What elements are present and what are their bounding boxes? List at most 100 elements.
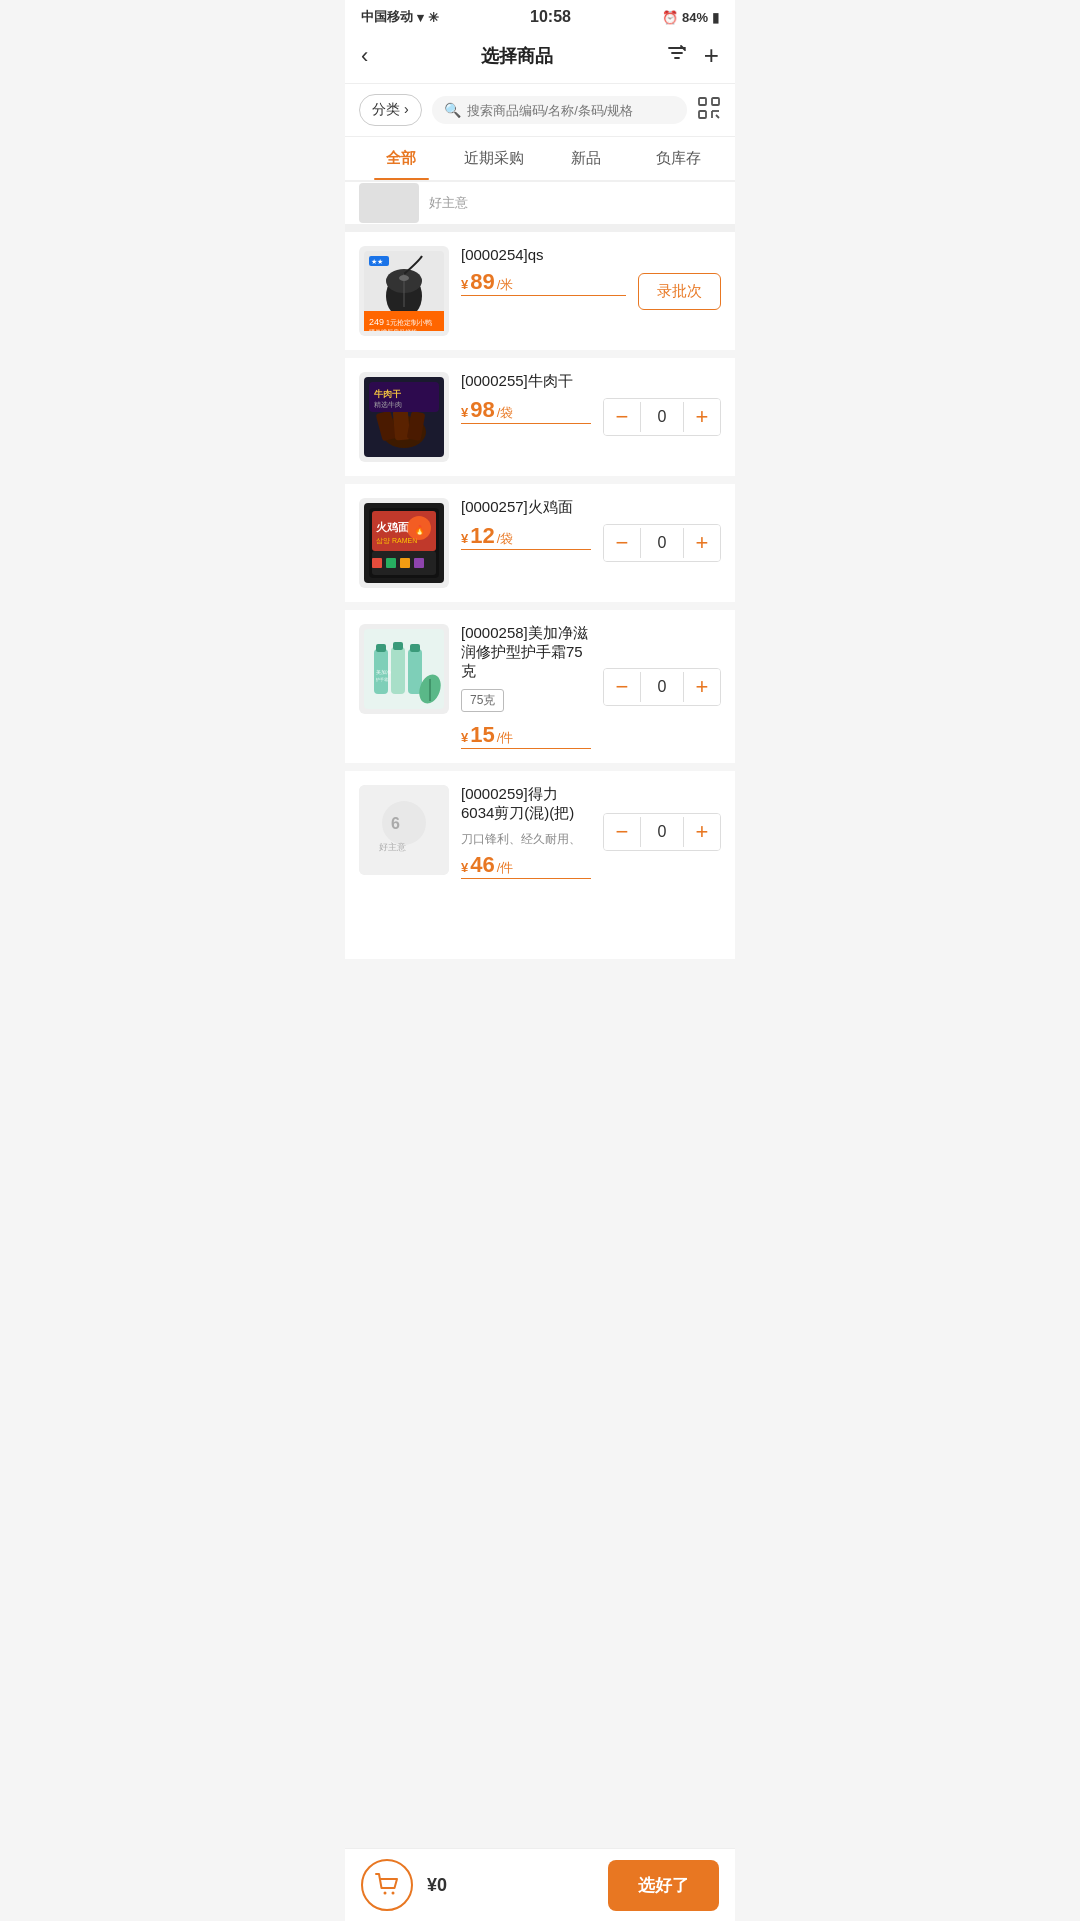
svg-text:★★: ★★ [371,258,383,265]
battery-text: 84% [682,10,708,25]
svg-text:1元抢定制小鸭: 1元抢定制小鸭 [386,319,432,326]
svg-line-9 [716,115,719,118]
qty-increase-0000257[interactable]: + [684,525,720,561]
product-price-0000255: ¥ 98 /袋 [461,399,591,424]
product-info-0000257: [0000257]火鸡面 ¥ 12 /袋 [461,498,591,550]
product-info-0000255: [0000255]牛肉干 ¥ 98 /袋 [461,372,591,424]
product-name-0000258: [0000258]美加净滋润修护型护手霜75克 [461,624,591,681]
svg-text:好主意: 好主意 [379,842,406,852]
svg-point-53 [382,801,426,845]
tab-new[interactable]: 新品 [540,137,633,180]
product-action-0000254: 录批次 [638,273,721,310]
product-image-0000259: 6 好主意 [359,785,449,875]
product-image-0000254: ★★ 249 1元抢定制小鸭 晒单赠厨房保鲜袋 [359,246,449,336]
qty-control-0000257: − 0 + [603,524,721,562]
back-button[interactable]: ‹ [361,45,368,67]
product-desc-0000259: 刀口锋利、经久耐用、 [461,831,591,848]
svg-rect-6 [699,111,706,118]
product-tabs: 全部 近期采购 新品 负库存 [345,137,735,182]
signal-icon: ✳ [428,10,439,25]
svg-text:牛肉干: 牛肉干 [374,389,402,399]
product-item-0000257: 火鸡面 삼양 RAMEN 🔥 [0000257]火鸡面 ¥ 12 /袋 [345,484,735,602]
page-header: ‹ 选择商品 + [345,30,735,84]
svg-text:🔥: 🔥 [414,524,426,536]
product-item-0000259: 6 好主意 [0000259]得力6034剪刀(混)(把) 刀口锋利、经久耐用、… [345,771,735,959]
category-button[interactable]: 分类 › [359,94,422,126]
qty-value-0000259: 0 [640,817,684,847]
product-name-0000259: [0000259]得力6034剪刀(混)(把) [461,785,591,823]
scan-button[interactable] [697,96,721,125]
product-item-0000254: ★★ 249 1元抢定制小鸭 晒单赠厨房保鲜袋 [0000254]qs ¥ 89 [345,232,735,350]
product-info-0000259: [0000259]得力6034剪刀(混)(把) 刀口锋利、经久耐用、 ¥ 46 … [461,785,591,879]
svg-text:6: 6 [391,815,400,832]
svg-text:精选牛肉: 精选牛肉 [374,401,402,408]
alarm-icon: ⏰ [662,10,678,25]
qty-value-0000258: 0 [640,672,684,702]
tab-negative[interactable]: 负库存 [633,137,726,180]
product-tag-0000258: 75克 [461,689,504,712]
chevron-icon: › [404,101,409,117]
qty-value-0000255: 0 [640,402,684,432]
header-right: + [666,40,719,71]
svg-rect-4 [699,98,706,105]
svg-rect-47 [410,644,420,652]
qty-increase-0000259[interactable]: + [684,814,720,850]
battery-icon: ▮ [712,10,719,25]
partial-product-label: 好主意 [429,194,468,212]
tab-all[interactable]: 全部 [355,137,448,180]
time-display: 10:58 [530,8,571,26]
qty-decrease-0000258[interactable]: − [604,669,640,705]
svg-rect-44 [408,649,422,694]
svg-text:249: 249 [369,317,384,327]
status-right: ⏰ 84% ▮ [662,10,719,25]
qty-increase-0000255[interactable]: + [684,399,720,435]
svg-text:护手霜: 护手霜 [375,677,388,682]
search-input[interactable] [467,103,675,118]
svg-rect-39 [400,558,410,568]
wifi-icon: ▾ [417,10,424,25]
product-image-0000257: 火鸡面 삼양 RAMEN 🔥 [359,498,449,588]
search-icon: 🔍 [444,102,461,118]
product-name-0000257: [0000257]火鸡面 [461,498,591,517]
qty-increase-0000258[interactable]: + [684,669,720,705]
qty-decrease-0000257[interactable]: − [604,525,640,561]
partial-product-image [359,183,419,223]
product-item-0000255: 牛肉干 精选牛肉 [0000255]牛肉干 ¥ 98 /袋 − 0 + [345,358,735,476]
product-action-0000258: − 0 + [603,668,721,706]
status-bar: 中国移动 ▾ ✳ 10:58 ⏰ 84% ▮ [345,0,735,30]
svg-point-16 [399,275,409,281]
product-list: ★★ 249 1元抢定制小鸭 晒单赠厨房保鲜袋 [0000254]qs ¥ 89 [345,232,735,959]
product-price-0000258: ¥ 15 /件 [461,724,591,749]
qty-decrease-0000259[interactable]: − [604,814,640,850]
product-name-0000255: [0000255]牛肉干 [461,372,591,391]
qty-decrease-0000255[interactable]: − [604,399,640,435]
product-item-0000258: 美加净 护手霜 [0000258]美加净滋润修护型护手霜75克 75克 ¥ 15… [345,610,735,763]
product-action-0000259: − 0 + [603,813,721,851]
svg-text:晒单赠厨房保鲜袋: 晒单赠厨房保鲜袋 [369,328,417,331]
svg-rect-46 [393,642,403,650]
add-product-button[interactable]: + [704,40,719,71]
product-name-0000254: [0000254]qs [461,246,626,263]
product-price-0000254: ¥ 89 /米 [461,271,626,296]
svg-rect-45 [376,644,386,652]
carrier-text: 中国移动 [361,8,413,26]
svg-text:美加净: 美加净 [376,669,391,675]
product-price-0000257: ¥ 12 /袋 [461,525,591,550]
page-title: 选择商品 [481,44,553,68]
status-left: 中国移动 ▾ ✳ [361,8,439,26]
qty-value-0000257: 0 [640,528,684,558]
qty-control-0000258: − 0 + [603,668,721,706]
filter-button[interactable] [666,42,688,69]
search-area: 分类 › 🔍 [345,84,735,137]
product-action-0000257: − 0 + [603,524,721,562]
partial-product-row: 好主意 [345,182,735,232]
svg-text:火鸡面: 火鸡面 [375,521,409,533]
product-info-0000258: [0000258]美加净滋润修护型护手霜75克 75克 ¥ 15 /件 [461,624,591,749]
svg-rect-5 [712,98,719,105]
tab-recent[interactable]: 近期采购 [448,137,541,180]
product-info-0000254: [0000254]qs ¥ 89 /米 [461,246,626,296]
search-input-wrap: 🔍 [432,96,687,124]
svg-text:삼양 RAMEN: 삼양 RAMEN [376,537,417,545]
batch-record-button-0000254[interactable]: 录批次 [638,273,721,310]
product-image-0000258: 美加净 护手霜 [359,624,449,714]
